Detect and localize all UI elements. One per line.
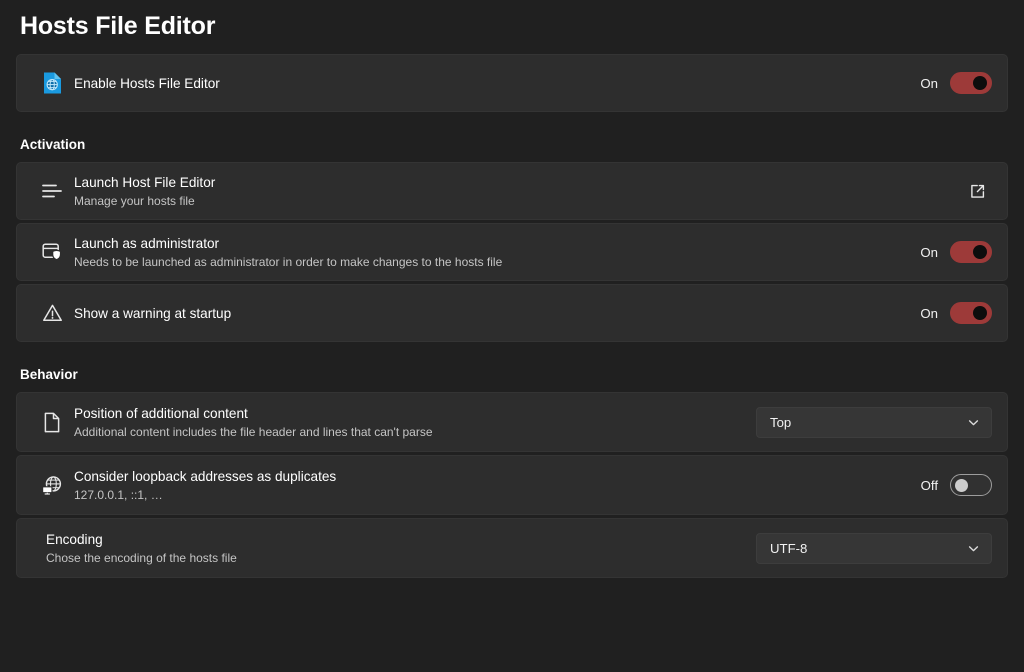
warning-toggle[interactable] <box>950 302 992 324</box>
encoding-dropdown[interactable]: UTF-8 <box>756 532 992 564</box>
toggle-knob <box>973 76 987 90</box>
section-header-behavior: Behavior <box>20 367 78 382</box>
enable-toggle-label: On <box>920 75 938 91</box>
loopback-toggle-group[interactable]: Off <box>921 474 992 496</box>
launch-row-title: Launch Host File Editor <box>74 174 216 190</box>
warning-row-title: Show a warning at startup <box>74 305 232 321</box>
enable-row-text: Enable Hosts File Editor <box>74 74 920 93</box>
enable-row-title: Enable Hosts File Editor <box>74 75 220 91</box>
settings-page: Hosts File Editor Enable Hosts File Edit… <box>0 0 1024 672</box>
warning-triangle-icon <box>30 302 74 324</box>
launch-row-description: Manage your hosts file <box>74 193 195 208</box>
launch-as-administrator-row[interactable]: Launch as administrator Needs to be laun… <box>16 223 1008 281</box>
warning-toggle-label: On <box>920 305 938 321</box>
position-dropdown[interactable]: Top <box>756 406 992 438</box>
encoding-row[interactable]: Encoding Chose the encoding of the hosts… <box>16 518 1008 578</box>
enable-toggle[interactable] <box>950 72 992 94</box>
admin-row-text: Launch as administrator Needs to be laun… <box>74 234 920 271</box>
behavior-group: Position of additional content Additiona… <box>16 392 1008 578</box>
document-page-icon <box>30 411 74 434</box>
position-dropdown-value: Top <box>770 414 792 430</box>
page-title: Hosts File Editor <box>20 12 216 40</box>
consider-loopback-addresses-row[interactable]: Consider loopback addresses as duplicate… <box>16 455 1008 515</box>
encoding-row-title: Encoding <box>46 531 103 547</box>
window-shield-icon <box>30 241 74 263</box>
toggle-knob <box>973 306 987 320</box>
file-globe-icon <box>30 71 74 95</box>
section-header-activation: Activation <box>20 137 86 152</box>
encoding-dropdown-value: UTF-8 <box>770 540 808 556</box>
loopback-row-title: Consider loopback addresses as duplicate… <box>74 468 337 484</box>
loopback-row-description: 127.0.0.1, ::1, … <box>74 487 163 502</box>
toggle-knob <box>955 478 968 492</box>
loopback-row-text: Consider loopback addresses as duplicate… <box>74 467 921 504</box>
chevron-down-icon <box>968 545 979 551</box>
admin-toggle[interactable] <box>950 241 992 263</box>
warning-row-text: Show a warning at startup <box>74 304 920 323</box>
launch-row-text: Launch Host File Editor Manage your host… <box>74 173 962 210</box>
position-row-text: Position of additional content Additiona… <box>74 404 756 441</box>
toggle-knob <box>973 245 987 259</box>
position-of-additional-content-row[interactable]: Position of additional content Additiona… <box>16 392 1008 452</box>
admin-row-description: Needs to be launched as administrator in… <box>74 254 503 269</box>
launch-host-file-editor-row[interactable]: Launch Host File Editor Manage your host… <box>16 162 1008 220</box>
loopback-toggle[interactable] <box>950 474 992 496</box>
encoding-row-description: Chose the encoding of the hosts file <box>46 550 237 565</box>
loopback-toggle-label: Off <box>920 477 938 493</box>
globe-network-icon <box>30 474 74 497</box>
warning-toggle-group[interactable]: On <box>920 302 992 324</box>
position-row-description: Additional content includes the file hea… <box>74 424 433 439</box>
admin-row-title: Launch as administrator <box>74 235 220 251</box>
show-warning-at-startup-row[interactable]: Show a warning at startup On <box>16 284 1008 342</box>
chevron-down-icon <box>968 419 979 425</box>
list-lines-icon <box>30 180 74 202</box>
position-row-title: Position of additional content <box>74 405 248 421</box>
encoding-row-text: Encoding Chose the encoding of the hosts… <box>30 530 756 567</box>
activation-group: Launch Host File Editor Manage your host… <box>16 162 1008 342</box>
admin-toggle-group[interactable]: On <box>920 241 992 263</box>
admin-toggle-label: On <box>920 244 938 260</box>
enable-hosts-file-editor-row[interactable]: Enable Hosts File Editor On <box>16 54 1008 112</box>
enable-toggle-group[interactable]: On <box>920 72 992 94</box>
open-external-icon[interactable] <box>962 176 992 206</box>
